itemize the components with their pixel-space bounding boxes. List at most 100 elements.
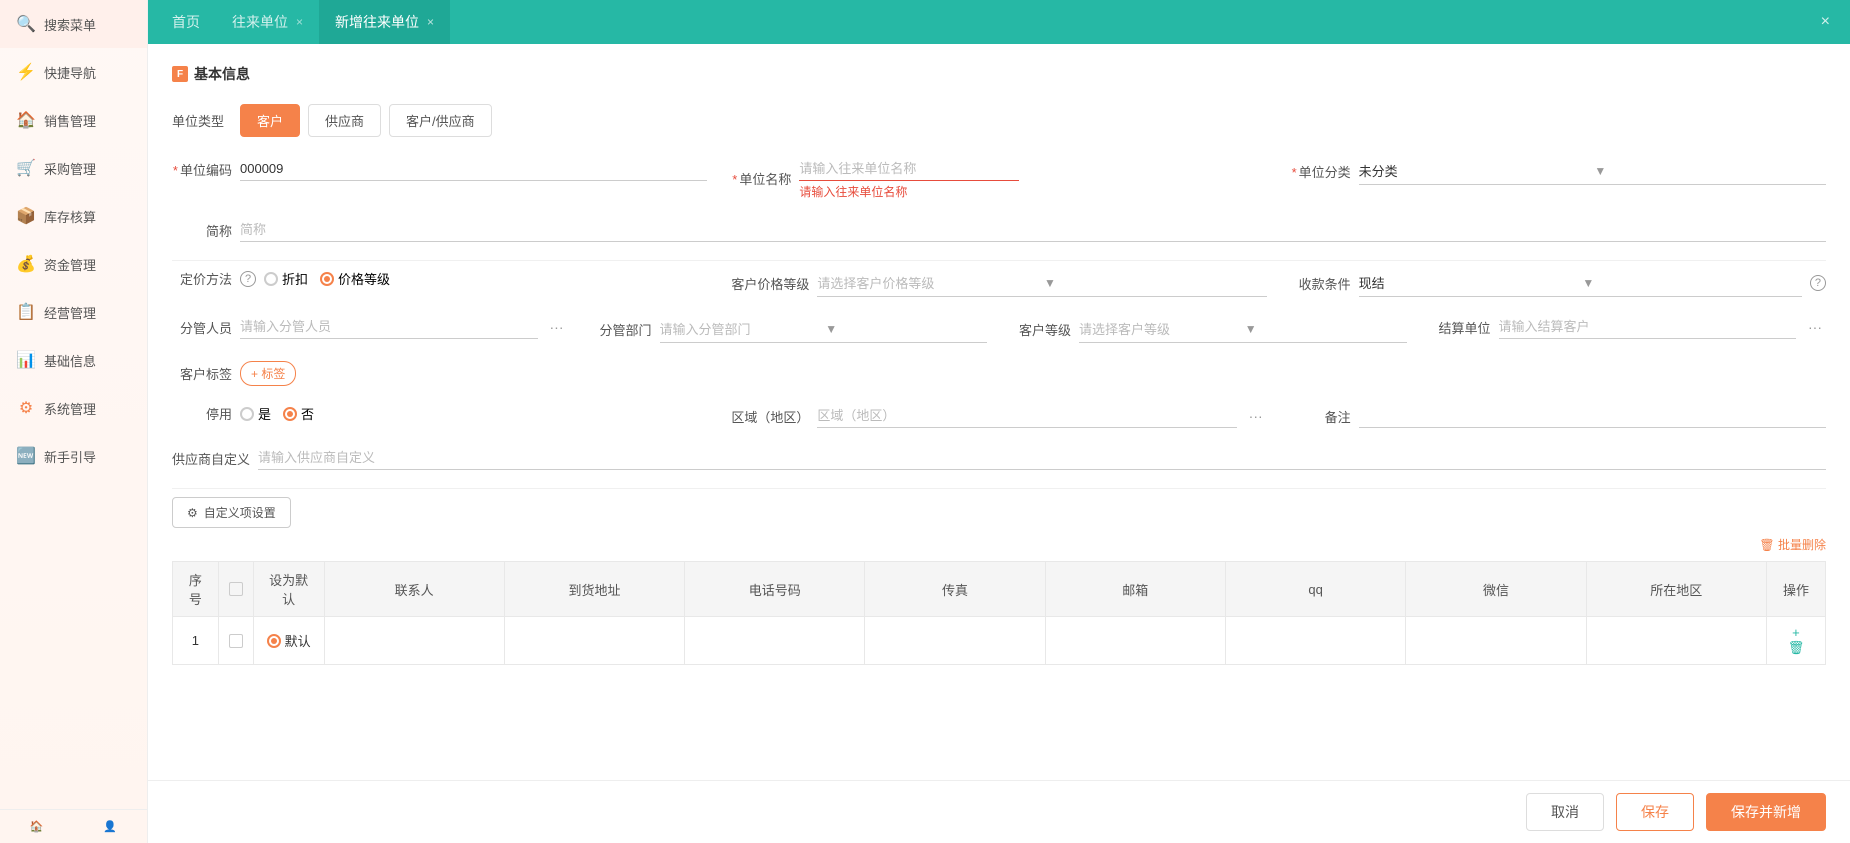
wechat-input[interactable] [1416, 633, 1575, 648]
sidebar-item-sales[interactable]: 🏠 销售管理 [0, 96, 147, 144]
radio-yes-circle [240, 407, 254, 421]
fax-input[interactable] [875, 633, 1034, 648]
radio-discount[interactable]: 折扣 [264, 269, 308, 288]
custom-settings-button[interactable]: ⚙ 自定义项设置 [172, 497, 291, 528]
contact-input[interactable] [335, 633, 494, 648]
sidebar-item-system[interactable]: ⚙ 系统管理 [0, 384, 147, 432]
radio-price-level[interactable]: 价格等级 [320, 269, 390, 288]
unit-type-buttons: 客户 供应商 客户/供应商 [240, 104, 492, 137]
unit-type-customer-btn[interactable]: 客户 [240, 104, 300, 137]
remarks-input[interactable] [1359, 404, 1826, 428]
table-header-row: 序号 设为默认 联系人 到货地址 电话号码 传真 邮箱 qq 微信 所在地区 操… [173, 562, 1826, 617]
chevron-down-icon: ▼ [1594, 164, 1826, 178]
sidebar-bottom-home[interactable]: 🏠 [30, 820, 44, 833]
radio-yes[interactable]: 是 [240, 404, 271, 423]
divider2 [172, 488, 1826, 489]
address-input[interactable] [515, 633, 674, 648]
add-row-button[interactable]: + [1792, 625, 1800, 640]
phone-input[interactable] [695, 633, 854, 648]
unit-name-input[interactable] [799, 157, 1019, 181]
cell-wechat[interactable] [1406, 617, 1586, 665]
disabled-field: 停用 是 否 [172, 404, 707, 423]
sidebar-item-quicknav[interactable]: ⚡ 快捷导航 [0, 48, 147, 96]
cancel-button[interactable]: 取消 [1526, 793, 1604, 831]
manager-input[interactable] [240, 315, 538, 339]
cell-contact[interactable] [324, 617, 504, 665]
contact-table: 序号 设为默认 联系人 到货地址 电话号码 传真 邮箱 qq 微信 所在地区 操… [172, 561, 1826, 665]
user-icon: 👤 [103, 820, 117, 833]
unit-name-error: 请输入往来单位名称 [799, 183, 1266, 200]
tab-partners-close[interactable]: × [296, 15, 303, 29]
sidebar-item-operations[interactable]: 📋 经营管理 [0, 288, 147, 336]
delete-row-button[interactable]: 🗑 [1788, 640, 1805, 655]
settlement-more-icon[interactable]: ··· [1804, 319, 1826, 335]
bottom-bar: 取消 保存 保存并新增 [148, 780, 1850, 843]
cell-phone[interactable] [685, 617, 865, 665]
sidebar-item-search[interactable]: 🔍 搜索菜单 [0, 0, 147, 48]
department-placeholder: 请输入分管部门 [660, 319, 822, 338]
unit-type-both-btn[interactable]: 客户/供应商 [389, 104, 492, 137]
row-code-name-category: 单位编码 单位名称 请输入往来单位名称 单位分类 未分类 ▼ [172, 157, 1826, 200]
save-button[interactable]: 保存 [1616, 793, 1694, 831]
short-name-input[interactable] [240, 218, 1826, 242]
settlement-unit-input[interactable] [1499, 315, 1797, 339]
unit-category-label: 单位分类 [1291, 162, 1351, 181]
clipboard-icon: 📋 [16, 302, 36, 322]
default-radio[interactable]: 默认 [264, 631, 314, 650]
unit-type-supplier-btn[interactable]: 供应商 [308, 104, 381, 137]
unit-category-select[interactable]: 未分类 ▼ [1359, 157, 1826, 185]
batch-delete-button[interactable]: 🗑 批量删除 [172, 536, 1826, 553]
chevron-down-icon3: ▼ [1582, 276, 1802, 290]
cell-fax[interactable] [865, 617, 1045, 665]
payment-help-icon[interactable]: ? [1810, 275, 1826, 291]
payment-terms-select[interactable]: 现结 ▼ [1359, 269, 1802, 297]
sidebar-item-guide[interactable]: 🆕 新手引导 [0, 432, 147, 480]
department-select[interactable]: 请输入分管部门 ▼ [660, 315, 988, 343]
remarks-field: 备注 [1291, 404, 1826, 428]
save-new-button[interactable]: 保存并新增 [1706, 793, 1826, 831]
region-more-icon[interactable]: ··· [1245, 408, 1267, 424]
sidebar-item-basicinfo[interactable]: 📊 基础信息 [0, 336, 147, 384]
radio-no[interactable]: 否 [283, 404, 314, 423]
sidebar-item-label: 资金管理 [44, 255, 96, 274]
sidebar-item-label: 销售管理 [44, 111, 96, 130]
tab-new-partner[interactable]: 新增往来单位 × [319, 0, 450, 44]
unit-category-field: 单位分类 未分类 ▼ [1291, 157, 1826, 185]
disabled-radio-group: 是 否 [240, 404, 314, 423]
new-icon: 🆕 [16, 446, 36, 466]
add-tag-button[interactable]: + 标签 [240, 361, 296, 386]
sidebar-item-finance[interactable]: 💰 资金管理 [0, 240, 147, 288]
customer-price-level-select[interactable]: 请选择客户价格等级 ▼ [817, 269, 1266, 297]
th-no: 序号 [173, 562, 219, 617]
cell-qq[interactable] [1225, 617, 1405, 665]
section-icon: F [172, 66, 188, 82]
th-qq: qq [1225, 562, 1405, 617]
customer-level-select[interactable]: 请选择客户等级 ▼ [1079, 315, 1407, 343]
pricing-help-icon[interactable]: ? [240, 271, 256, 287]
radio-yes-label: 是 [258, 404, 271, 423]
email-input[interactable] [1056, 633, 1215, 648]
select-all-checkbox[interactable] [229, 582, 243, 596]
tab-home[interactable]: 首页 [156, 0, 216, 44]
row-checkbox[interactable] [229, 634, 243, 648]
sidebar-item-purchase[interactable]: 🛒 采购管理 [0, 144, 147, 192]
row-region-input[interactable] [1597, 633, 1756, 648]
batch-delete-label: 批量删除 [1778, 538, 1826, 552]
cell-address[interactable] [504, 617, 684, 665]
sidebar-item-inventory[interactable]: 📦 库存核算 [0, 192, 147, 240]
unit-category-value: 未分类 [1359, 161, 1591, 180]
qq-input[interactable] [1236, 633, 1395, 648]
cell-email[interactable] [1045, 617, 1225, 665]
supplier-custom-input[interactable] [258, 446, 1826, 470]
payment-terms-field: 收款条件 现结 ▼ ? [1291, 269, 1826, 297]
section-basic-info: F 基本信息 [172, 64, 1826, 84]
close-all-button[interactable]: × [1809, 13, 1842, 31]
region-input[interactable] [817, 404, 1236, 428]
cell-region[interactable] [1586, 617, 1766, 665]
tab-new-partner-close[interactable]: × [427, 15, 434, 29]
sidebar-bottom-user[interactable]: 👤 [103, 820, 117, 833]
manager-more-icon[interactable]: ··· [546, 319, 568, 335]
tab-partners[interactable]: 往来单位 × [216, 0, 319, 44]
unit-code-input[interactable] [240, 157, 707, 181]
radio-price-level-label: 价格等级 [338, 269, 390, 288]
